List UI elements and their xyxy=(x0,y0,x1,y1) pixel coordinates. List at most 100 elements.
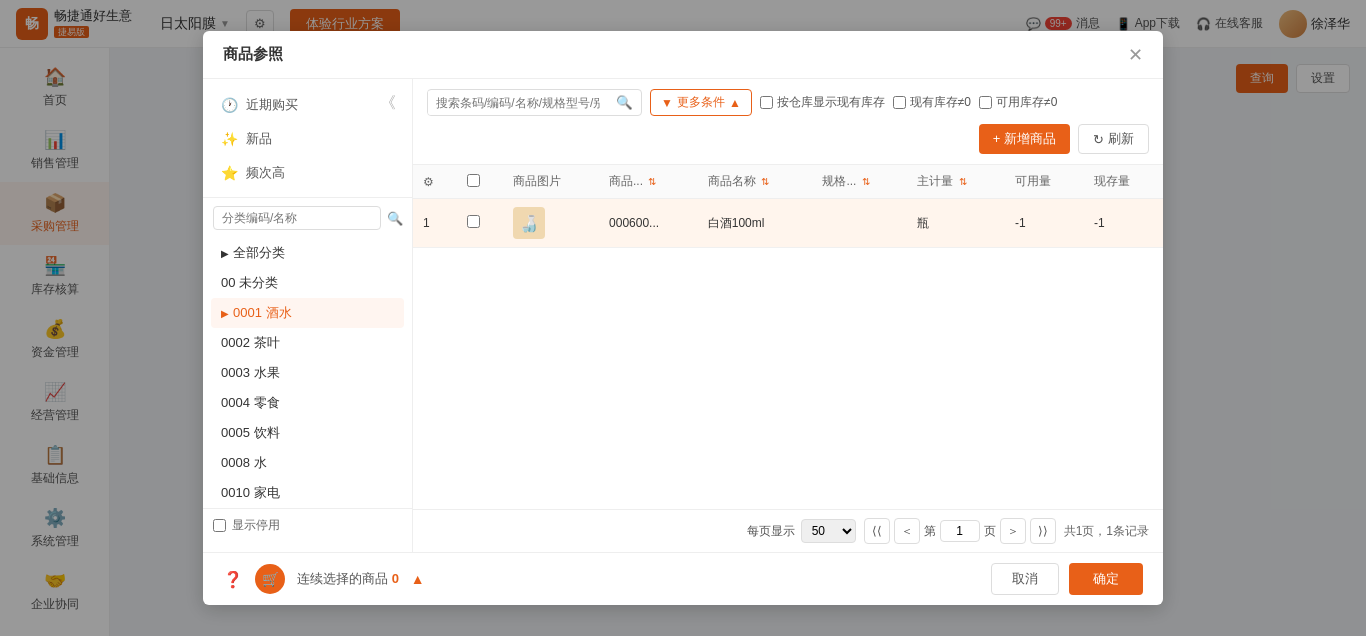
continuous-label: 连续选择的商品 0 xyxy=(297,570,399,588)
footer-collapse-btn[interactable]: ▲ xyxy=(411,571,425,587)
left-bottom: 显示停用 xyxy=(203,508,412,542)
sort-spec-icon: ⇅ xyxy=(862,176,870,187)
row-index: 1 xyxy=(413,199,457,248)
cat-0004[interactable]: 0004 零食 xyxy=(211,388,404,418)
cat-0002[interactable]: 0002 茶叶 xyxy=(211,328,404,358)
select-all-checkbox[interactable] xyxy=(467,174,480,187)
add-product-btn[interactable]: + 新增商品 xyxy=(979,124,1070,154)
col-checkbox[interactable] xyxy=(457,165,504,199)
category-search: 🔍 xyxy=(203,198,412,238)
product-thumbnail: 🍶 xyxy=(513,207,545,239)
refresh-btn[interactable]: ↻ 刷新 xyxy=(1078,124,1149,154)
cancel-button[interactable]: 取消 xyxy=(991,563,1059,595)
left-tabs: 🕐 近期购买 ✨ 新品 ⭐ 频次高 《 xyxy=(203,89,412,198)
left-panel: 🕐 近期购买 ✨ 新品 ⭐ 频次高 《 xyxy=(203,79,413,552)
refresh-icon: ↻ xyxy=(1093,132,1104,147)
col-code[interactable]: 商品... ⇅ xyxy=(599,165,698,199)
confirm-button[interactable]: 确定 xyxy=(1069,563,1143,595)
filter-available-label: 可用库存≠0 xyxy=(996,94,1057,111)
filter-icon: ▼ xyxy=(661,96,673,110)
cat-0010[interactable]: 0010 家电 xyxy=(211,478,404,508)
cat-0008[interactable]: 0008 水 xyxy=(211,448,404,478)
first-page-btn[interactable]: ⟨⟨ xyxy=(864,518,890,544)
cat-all[interactable]: ▶ 全部分类 xyxy=(211,238,404,268)
search-icon[interactable]: 🔍 xyxy=(387,211,403,226)
table-row[interactable]: 1 🍶 000600... 白酒100ml 瓶 -1 -1 xyxy=(413,199,1163,248)
product-search-btn[interactable]: 🔍 xyxy=(608,90,641,115)
clock-icon: 🕐 xyxy=(221,97,238,113)
sort-code-icon: ⇅ xyxy=(648,176,656,187)
filter-available-nonzero[interactable]: 可用库存≠0 xyxy=(979,94,1057,111)
col-name[interactable]: 商品名称 ⇅ xyxy=(698,165,813,199)
cat-0001[interactable]: ▶ 0001 酒水 xyxy=(211,298,404,328)
prev-page-btn[interactable]: ＜ xyxy=(894,518,920,544)
last-page-btn[interactable]: ⟩⟩ xyxy=(1030,518,1056,544)
cat-0005[interactable]: 0005 饮料 xyxy=(211,418,404,448)
tab-frequent[interactable]: ⭐ 频次高 xyxy=(211,157,372,189)
modal-overlay: 商品参照 ✕ 🕐 近期购买 ✨ 新品 xyxy=(0,0,1366,636)
filter-stock-checkbox[interactable] xyxy=(893,96,906,109)
filter-stock-label: 现有库存≠0 xyxy=(910,94,971,111)
product-table-container: ⚙ 商品图片 商品... ⇅ 商品名称 ⇅ xyxy=(413,165,1163,509)
more-filter-btn[interactable]: ▼ 更多条件 ▲ xyxy=(650,89,752,116)
filter-by-warehouse[interactable]: 按仓库显示现有库存 xyxy=(760,94,885,111)
new-icon: ✨ xyxy=(221,131,238,147)
star-icon: ⭐ xyxy=(221,165,238,181)
category-tree: ▶ 全部分类 00 未分类 ▶ 0001 酒水 0002 茶叶 0003 水果 xyxy=(203,238,412,508)
per-page-select[interactable]: 50 100 200 xyxy=(801,519,856,543)
row-spec xyxy=(812,199,907,248)
show-disabled-checkbox[interactable] xyxy=(213,519,226,532)
col-available: 可用量 xyxy=(1005,165,1084,199)
per-page-group: 每页显示 50 100 200 xyxy=(747,519,856,543)
row-checkbox[interactable] xyxy=(457,199,504,248)
row-name: 白酒100ml xyxy=(698,199,813,248)
product-search-box: 🔍 xyxy=(427,89,642,116)
page-unit: 页 xyxy=(984,523,996,540)
page-label: 第 xyxy=(924,523,936,540)
col-settings[interactable]: ⚙ xyxy=(413,165,457,199)
row-unit: 瓶 xyxy=(907,199,1005,248)
row-available: -1 xyxy=(1005,199,1084,248)
tab-frequent-label: 频次高 xyxy=(246,164,285,182)
sort-name-icon: ⇅ xyxy=(761,176,769,187)
tab-recent-label: 近期购买 xyxy=(246,96,298,114)
col-image: 商品图片 xyxy=(503,165,599,199)
modal-footer: ❓ 🛒 连续选择的商品 0 ▲ 取消 确定 xyxy=(203,552,1163,605)
product-table: ⚙ 商品图片 商品... ⇅ 商品名称 ⇅ xyxy=(413,165,1163,248)
show-disabled-label[interactable]: 显示停用 xyxy=(213,517,402,534)
col-unit[interactable]: 主计量 ⇅ xyxy=(907,165,1005,199)
product-search-input[interactable] xyxy=(428,91,608,115)
pagination: 每页显示 50 100 200 ⟨⟨ ＜ 第 页 ＞ xyxy=(413,509,1163,552)
continuous-text: 连续选择的商品 xyxy=(297,571,388,586)
panel-collapse-btn[interactable]: 《 xyxy=(372,89,404,118)
toolbar-actions: + 新增商品 ↻ 刷新 xyxy=(979,124,1149,154)
row-stock: -1 xyxy=(1084,199,1163,248)
product-reference-modal: 商品参照 ✕ 🕐 近期购买 ✨ 新品 xyxy=(203,31,1163,605)
right-panel: 🔍 ▼ 更多条件 ▲ 按仓库显示现有库存 现有库存≠0 xyxy=(413,79,1163,552)
filter-stock-nonzero[interactable]: 现有库存≠0 xyxy=(893,94,971,111)
col-spec[interactable]: 规格... ⇅ xyxy=(812,165,907,199)
cat-0003[interactable]: 0003 水果 xyxy=(211,358,404,388)
sort-unit-icon: ⇅ xyxy=(959,176,967,187)
filter-warehouse-checkbox[interactable] xyxy=(760,96,773,109)
page-navigation: ⟨⟨ ＜ 第 页 ＞ ⟩⟩ xyxy=(864,518,1056,544)
row-select-checkbox[interactable] xyxy=(467,215,480,228)
filter-warehouse-label: 按仓库显示现有库存 xyxy=(777,94,885,111)
help-icon[interactable]: ❓ xyxy=(223,570,243,589)
tab-new-products[interactable]: ✨ 新品 xyxy=(211,123,372,155)
row-image: 🍶 xyxy=(503,199,599,248)
filter-available-checkbox[interactable] xyxy=(979,96,992,109)
category-search-input[interactable] xyxy=(213,206,381,230)
row-code: 000600... xyxy=(599,199,698,248)
filter-label: 更多条件 xyxy=(677,94,725,111)
cat-00[interactable]: 00 未分类 xyxy=(211,268,404,298)
page-total: 共1页，1条记录 xyxy=(1064,523,1149,540)
cart-icon[interactable]: 🛒 xyxy=(255,564,285,594)
filter-arrow-icon: ▲ xyxy=(729,96,741,110)
next-page-btn[interactable]: ＞ xyxy=(1000,518,1026,544)
modal-body: 🕐 近期购买 ✨ 新品 ⭐ 频次高 《 xyxy=(203,79,1163,552)
page-number-input[interactable] xyxy=(940,520,980,542)
modal-close-button[interactable]: ✕ xyxy=(1128,46,1143,64)
tab-recent-purchase[interactable]: 🕐 近期购买 xyxy=(211,89,372,121)
tab-new-label: 新品 xyxy=(246,130,272,148)
